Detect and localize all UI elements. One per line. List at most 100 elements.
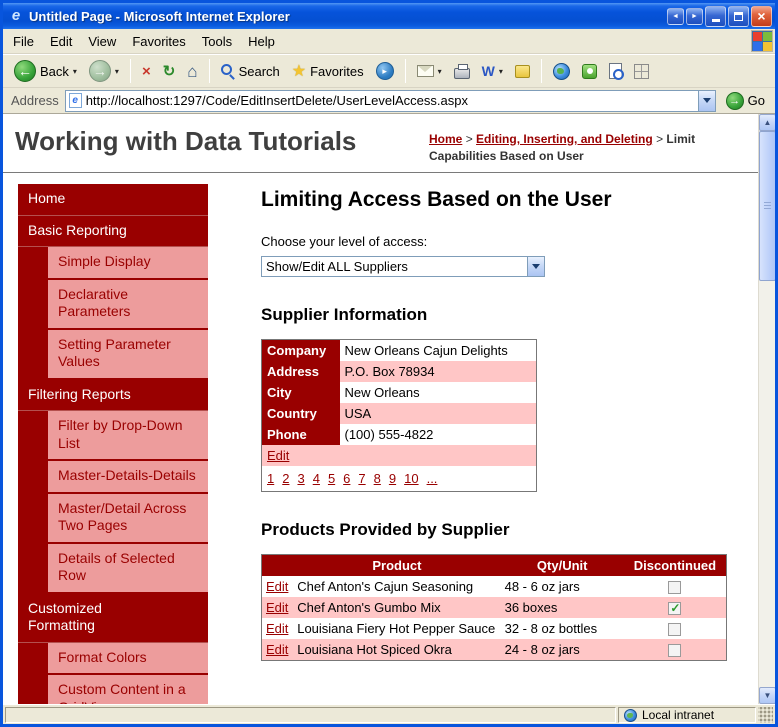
- messenger-button[interactable]: [577, 62, 602, 81]
- menu-help[interactable]: Help: [240, 31, 283, 52]
- pager-link[interactable]: ...: [427, 471, 438, 486]
- product-row: Edit Chef Anton's Gumbo Mix 36 boxes: [261, 597, 727, 619]
- sidebar-item-master-detail-across-two-pages[interactable]: Master/Detail Across Two Pages: [48, 493, 208, 544]
- sidebar-item-details-of-selected-row[interactable]: Details of Selected Row: [48, 543, 208, 594]
- page-icon: e: [68, 93, 82, 108]
- pager-link[interactable]: 10: [404, 471, 418, 486]
- menu-tools[interactable]: Tools: [194, 31, 240, 52]
- refresh-button[interactable]: ↻: [158, 62, 181, 81]
- titlebar-small-button-right[interactable]: ►: [686, 7, 703, 25]
- product-row: Edit Louisiana Fiery Hot Pepper Sauce 32…: [261, 618, 727, 640]
- print-button[interactable]: [449, 62, 475, 81]
- field-label: Country: [261, 403, 340, 424]
- media-button[interactable]: ▸: [371, 60, 399, 82]
- back-icon: ←: [14, 60, 36, 82]
- pager-link[interactable]: 6: [343, 471, 350, 486]
- stop-icon: ×: [141, 62, 151, 80]
- address-url[interactable]: http://localhost:1297/Code/EditInsertDel…: [86, 93, 694, 108]
- pager-link[interactable]: 2: [282, 471, 289, 486]
- vertical-scrollbar[interactable]: ▲ ▼: [758, 114, 775, 704]
- column-header: Discontinued: [623, 554, 727, 576]
- forward-button[interactable]: → ▾: [84, 58, 124, 84]
- scrollbar-thumb[interactable]: [759, 131, 775, 281]
- sidebar-item-basic-reporting[interactable]: Basic Reporting: [18, 215, 208, 247]
- minimize-button[interactable]: [705, 5, 726, 27]
- sidebar-nav: Home Basic Reporting Simple Display Decl…: [18, 184, 208, 704]
- search-button[interactable]: Search: [216, 62, 285, 81]
- chevron-down-icon: [702, 98, 711, 103]
- sidebar-item-filtering-reports[interactable]: Filtering Reports: [18, 379, 208, 411]
- title-bar: e Untitled Page - Microsoft Internet Exp…: [3, 3, 775, 29]
- sidebar-item-custom-content-gridview[interactable]: Custom Content in a GridView: [48, 675, 208, 704]
- close-button[interactable]: ×: [751, 5, 772, 27]
- pager-link[interactable]: 5: [328, 471, 335, 486]
- breadcrumb-link-editing[interactable]: Editing, Inserting, and Deleting: [476, 132, 653, 146]
- menu-file[interactable]: File: [5, 31, 42, 52]
- address-dropdown-button[interactable]: [697, 90, 715, 111]
- maximize-button[interactable]: [728, 5, 749, 27]
- forward-dropdown-icon: ▾: [114, 66, 119, 76]
- toolbar-separator: [208, 59, 210, 83]
- edit-product-link[interactable]: Edit: [266, 579, 288, 594]
- breadcrumb-link-home[interactable]: Home: [429, 132, 462, 146]
- discontinued-checkbox[interactable]: [668, 623, 682, 637]
- access-level-label: Choose your level of access:: [261, 234, 428, 249]
- table-row: Country USA: [261, 403, 537, 424]
- msn-button[interactable]: [548, 61, 575, 82]
- sidebar-item-simple-display[interactable]: Simple Display: [48, 247, 208, 280]
- edit-product-link[interactable]: Edit: [266, 600, 288, 615]
- pager-link[interactable]: 7: [358, 471, 365, 486]
- pager-link[interactable]: 1: [267, 471, 274, 486]
- sidebar-item-format-colors[interactable]: Format Colors: [48, 642, 208, 675]
- pager-link[interactable]: 4: [313, 471, 320, 486]
- edit-supplier-link[interactable]: Edit: [267, 448, 289, 463]
- discontinued-checkbox[interactable]: [668, 644, 682, 658]
- product-name: Louisiana Fiery Hot Pepper Sauce: [297, 621, 496, 637]
- browser-window: e Untitled Page - Microsoft Internet Exp…: [0, 0, 778, 727]
- menu-edit[interactable]: Edit: [42, 31, 80, 52]
- sidebar-item-declarative-parameters[interactable]: Declarative Parameters: [48, 279, 208, 330]
- scroll-up-button[interactable]: ▲: [759, 114, 775, 131]
- back-button[interactable]: ← Back ▾: [9, 58, 82, 84]
- scroll-down-button[interactable]: ▼: [759, 687, 775, 704]
- product-name: Louisiana Hot Spiced Okra: [297, 642, 452, 658]
- pager-link[interactable]: 8: [374, 471, 381, 486]
- research-button[interactable]: [604, 61, 627, 81]
- access-level-value: Show/Edit ALL Suppliers: [266, 259, 408, 274]
- mail-button[interactable]: ▾: [412, 63, 447, 79]
- product-qty: 24 - 8 oz jars: [504, 642, 580, 658]
- discontinued-checkbox[interactable]: [668, 581, 682, 595]
- resize-grip[interactable]: [758, 707, 773, 723]
- field-value: New Orleans: [344, 385, 420, 400]
- sidebar-item-master-details-details[interactable]: Master-Details-Details: [48, 461, 208, 494]
- windows-logo-icon: [751, 30, 773, 52]
- pager-link[interactable]: 9: [389, 471, 396, 486]
- dropdown-button[interactable]: [527, 257, 544, 276]
- search-icon: [220, 64, 232, 75]
- menu-view[interactable]: View: [80, 31, 124, 52]
- access-level-dropdown[interactable]: Show/Edit ALL Suppliers: [261, 256, 545, 277]
- edit-button[interactable]: W ▾: [477, 61, 508, 81]
- favorites-button[interactable]: ★ Favorites: [287, 59, 369, 83]
- mail-dropdown-icon: ▾: [437, 66, 442, 76]
- edit-product-link[interactable]: Edit: [266, 621, 288, 636]
- sidebar-item-setting-parameter-values[interactable]: Setting Parameter Values: [48, 329, 208, 380]
- product-name: Chef Anton's Gumbo Mix: [297, 600, 441, 616]
- address-input[interactable]: e http://localhost:1297/Code/EditInsertD…: [64, 89, 716, 112]
- sidebar-item-home[interactable]: Home: [18, 184, 208, 216]
- pager-link[interactable]: 3: [297, 471, 304, 486]
- edit-product-link[interactable]: Edit: [266, 642, 288, 657]
- home-button[interactable]: ⌂: [182, 61, 202, 82]
- sidebar-item-filter-by-drop-down-list[interactable]: Filter by Drop-Down List: [48, 411, 208, 461]
- go-button[interactable]: → Go: [722, 91, 769, 110]
- links-button[interactable]: [629, 62, 654, 81]
- back-label: Back: [40, 63, 69, 79]
- titlebar-small-button-left[interactable]: ◄: [667, 7, 684, 25]
- breadcrumb: Home > Editing, Inserting, and Deleting …: [429, 126, 761, 166]
- sidebar-item-customized-formatting[interactable]: Customized Formatting: [18, 593, 208, 643]
- menu-favorites[interactable]: Favorites: [124, 31, 193, 52]
- discontinued-checkbox[interactable]: [668, 601, 682, 616]
- discuss-button[interactable]: [510, 63, 535, 80]
- stop-button[interactable]: ×: [137, 62, 156, 81]
- breadcrumb-separator: >: [465, 132, 473, 146]
